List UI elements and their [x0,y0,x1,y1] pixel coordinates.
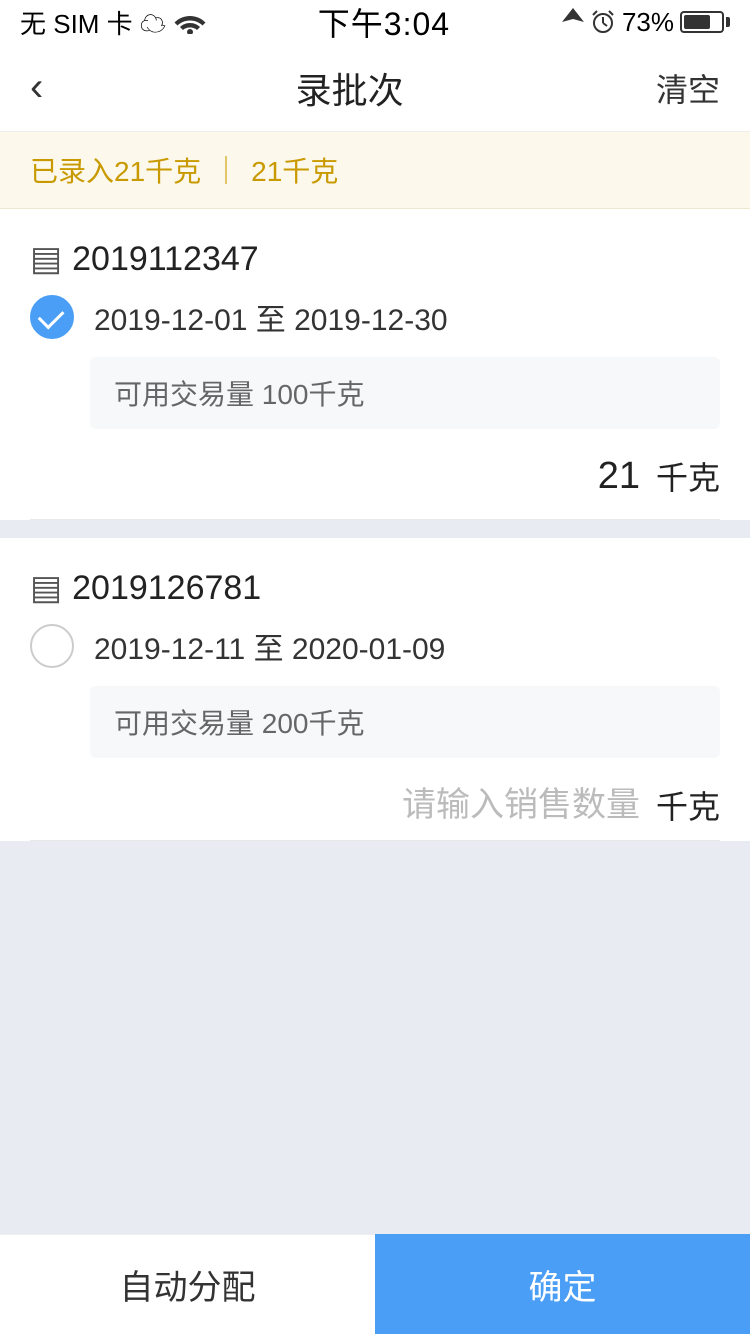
batch-1-section: ▤ 2019112347 2019-12-01 至 2019-12-30 可用交… [0,209,750,520]
gray-area [0,841,750,1261]
location-icon [562,8,584,36]
recorded-label: 已录入21千克 [30,150,201,190]
batch-2-icon: ▤ [30,568,62,608]
page-title: 录批次 [296,62,404,114]
batch-2-section: ▤ 2019126781 2019-12-11 至 2020-01-09 可用交… [0,538,750,841]
batch-1-available: 可用交易量 100千克 [90,357,720,429]
info-bar: 已录入21千克 21千克 [0,132,750,209]
auto-distribute-button[interactable]: 自动分配 [0,1234,375,1334]
batch-2-number: 2019126781 [72,569,261,608]
batch-1-date-row[interactable]: 2019-12-01 至 2019-12-30 [30,295,720,339]
battery-icon [680,11,730,33]
batch-1-number: 2019112347 [72,240,259,279]
bottom-bar: 自动分配 确定 [0,1234,750,1334]
nav-bar: ‹ 录批次 清空 [0,44,750,132]
wifi-icon [174,10,206,34]
batch-1-item: ▤ 2019112347 2019-12-01 至 2019-12-30 可用交… [0,209,750,429]
batch-1-date: 2019-12-01 至 2019-12-30 [94,295,448,339]
batch-2-item: ▤ 2019126781 2019-12-11 至 2020-01-09 可用交… [0,538,750,758]
batch-1-quantity-unit: 千克 [656,453,720,499]
section-divider [0,520,750,538]
confirm-button[interactable]: 确定 [375,1234,750,1334]
batch-1-header: ▤ 2019112347 [30,239,720,279]
batch-2-input-row: 千克 [0,758,750,828]
clear-button[interactable]: 清空 [656,65,720,111]
batch-1-radio[interactable] [30,295,74,339]
batch-2-header: ▤ 2019126781 [30,568,720,608]
batch-1-icon: ▤ [30,239,62,279]
total-label: 21千克 [251,150,338,190]
batch-2-available: 可用交易量 200千克 [90,686,720,758]
batch-1-quantity-value: 21 [598,455,640,498]
sim-label: 无 SIM 卡 ☁ [20,4,166,41]
status-right: 73% [562,7,730,38]
back-button[interactable]: ‹ [30,65,43,110]
status-bar: 无 SIM 卡 ☁ 下午3:04 73% [0,0,750,44]
batch-2-quantity-input[interactable] [197,786,640,825]
batch-2-date: 2019-12-11 至 2020-01-09 [94,624,445,668]
status-left: 无 SIM 卡 ☁ [20,4,206,41]
batch-2-input-unit: 千克 [656,782,720,828]
info-divider [225,156,227,184]
batch-2-radio[interactable] [30,624,74,668]
batch-2-date-row[interactable]: 2019-12-11 至 2020-01-09 [30,624,720,668]
alarm-icon [590,9,616,35]
batch-1-quantity-row: 21 千克 [0,429,750,499]
status-time: 下午3:04 [318,0,450,45]
battery-percent: 73% [622,7,674,38]
